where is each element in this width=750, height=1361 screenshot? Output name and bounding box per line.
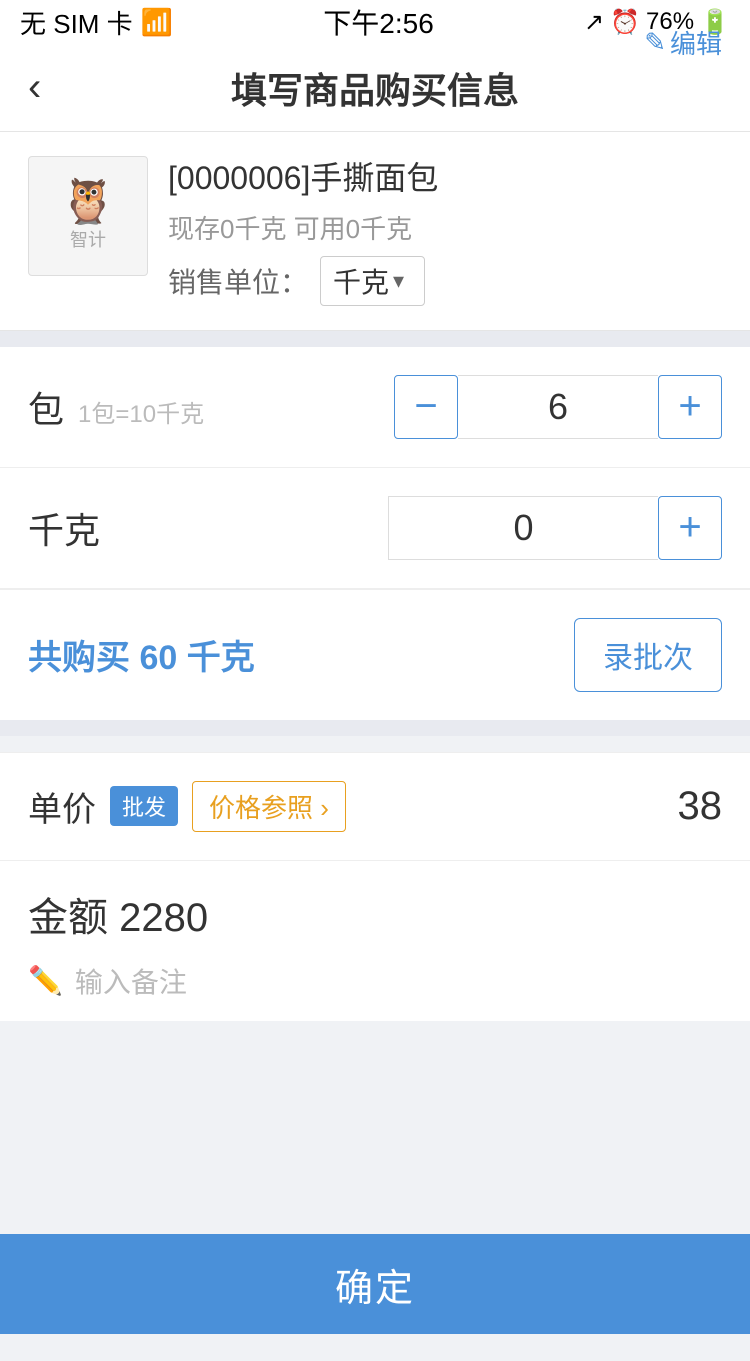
price-section: 单价 批发 价格参照 › 38 xyxy=(0,752,750,861)
pencil-icon: ✏️ xyxy=(28,964,63,997)
section-divider-2 xyxy=(0,720,750,736)
unit-label: 销售单位： xyxy=(168,261,308,301)
total-prefix: 共购买 xyxy=(28,639,130,677)
qty-input-bao[interactable] xyxy=(458,375,658,439)
edit-button[interactable]: ✎ 编辑 xyxy=(644,24,722,61)
location-icon: ↗ xyxy=(584,8,604,37)
alarm-icon: ⏰ xyxy=(610,8,640,37)
qty-main-label-bao: 包 xyxy=(28,381,64,433)
product-info: [0000006]手撕面包 现存0千克 可用0千克 销售单位： 千克 ▾ xyxy=(168,156,722,306)
qty-row-kg: 千克 + xyxy=(0,468,750,589)
product-unit-row: 销售单位： 千克 ▾ xyxy=(168,256,722,306)
unit-select[interactable]: 千克 ▾ xyxy=(320,256,425,306)
price-value: 38 xyxy=(678,784,723,829)
total-value: 60 xyxy=(139,639,177,677)
price-tag: 批发 xyxy=(110,786,178,826)
note-row[interactable]: ✏️ 输入备注 xyxy=(28,961,722,1001)
amount-row: 金额 2280 xyxy=(28,885,722,943)
price-left: 单价 批发 价格参照 › xyxy=(28,781,346,832)
owl-label: 智计 xyxy=(70,226,106,252)
wifi-icon: 📶 xyxy=(141,7,173,38)
note-placeholder: 输入备注 xyxy=(75,961,187,1001)
unit-value: 千克 xyxy=(333,261,389,301)
qty-label-bao: 包 1包=10千克 xyxy=(28,381,394,433)
qty-plus-kg[interactable]: + xyxy=(658,496,722,560)
section-divider-1 xyxy=(0,331,750,347)
price-label: 单价 xyxy=(28,782,96,831)
total-text: 共购买 60 千克 xyxy=(28,630,255,679)
status-bar: 无 SIM 卡 📶 下午2:56 ↗ ⏰ 76% 🔋 xyxy=(0,0,750,44)
total-section: 共购买 60 千克 录批次 xyxy=(0,589,750,720)
back-button[interactable]: ‹ xyxy=(28,65,41,110)
product-thumbnail: 🦉 智计 xyxy=(28,156,148,276)
edit-label: 编辑 xyxy=(670,24,722,61)
qty-plus-bao[interactable]: + xyxy=(658,375,722,439)
batch-button[interactable]: 录批次 xyxy=(574,618,722,692)
qty-row-bao: 包 1包=10千克 − + xyxy=(0,347,750,468)
amount-section: 金额 2280 ✏️ 输入备注 xyxy=(0,861,750,1021)
qty-sub-label-bao: 1包=10千克 xyxy=(78,394,204,429)
page-title: 填写商品购买信息 xyxy=(231,62,519,114)
qty-controls-bao: − + xyxy=(394,375,722,439)
total-unit: 千克 xyxy=(187,639,255,677)
product-section: 🦉 智计 [0000006]手撕面包 现存0千克 可用0千克 销售单位： 千克 … xyxy=(0,132,750,331)
qty-main-label-kg: 千克 xyxy=(28,502,100,554)
amount-value: 2280 xyxy=(119,896,208,940)
amount-label: 金额 xyxy=(28,896,108,940)
product-stock: 现存0千克 可用0千克 xyxy=(168,209,722,246)
status-left: 无 SIM 卡 📶 xyxy=(20,4,173,41)
owl-icon: 🦉 xyxy=(61,180,116,224)
confirm-button[interactable]: 确定 xyxy=(0,1234,750,1334)
status-time: 下午2:56 xyxy=(323,2,434,42)
edit-icon: ✎ xyxy=(644,27,666,58)
product-name: [0000006]手撕面包 xyxy=(168,156,722,201)
quantity-section: 包 1包=10千克 − + 千克 + xyxy=(0,347,750,589)
qty-input-kg[interactable] xyxy=(388,496,658,560)
carrier-text: 无 SIM 卡 xyxy=(20,4,133,41)
nav-bar: ‹ 填写商品购买信息 xyxy=(0,44,750,132)
dropdown-arrow-icon: ▾ xyxy=(393,268,404,294)
qty-controls-kg: + xyxy=(388,496,722,560)
qty-minus-bao[interactable]: − xyxy=(394,375,458,439)
price-ref-button[interactable]: 价格参照 › xyxy=(192,781,346,832)
qty-label-kg: 千克 xyxy=(28,502,388,554)
